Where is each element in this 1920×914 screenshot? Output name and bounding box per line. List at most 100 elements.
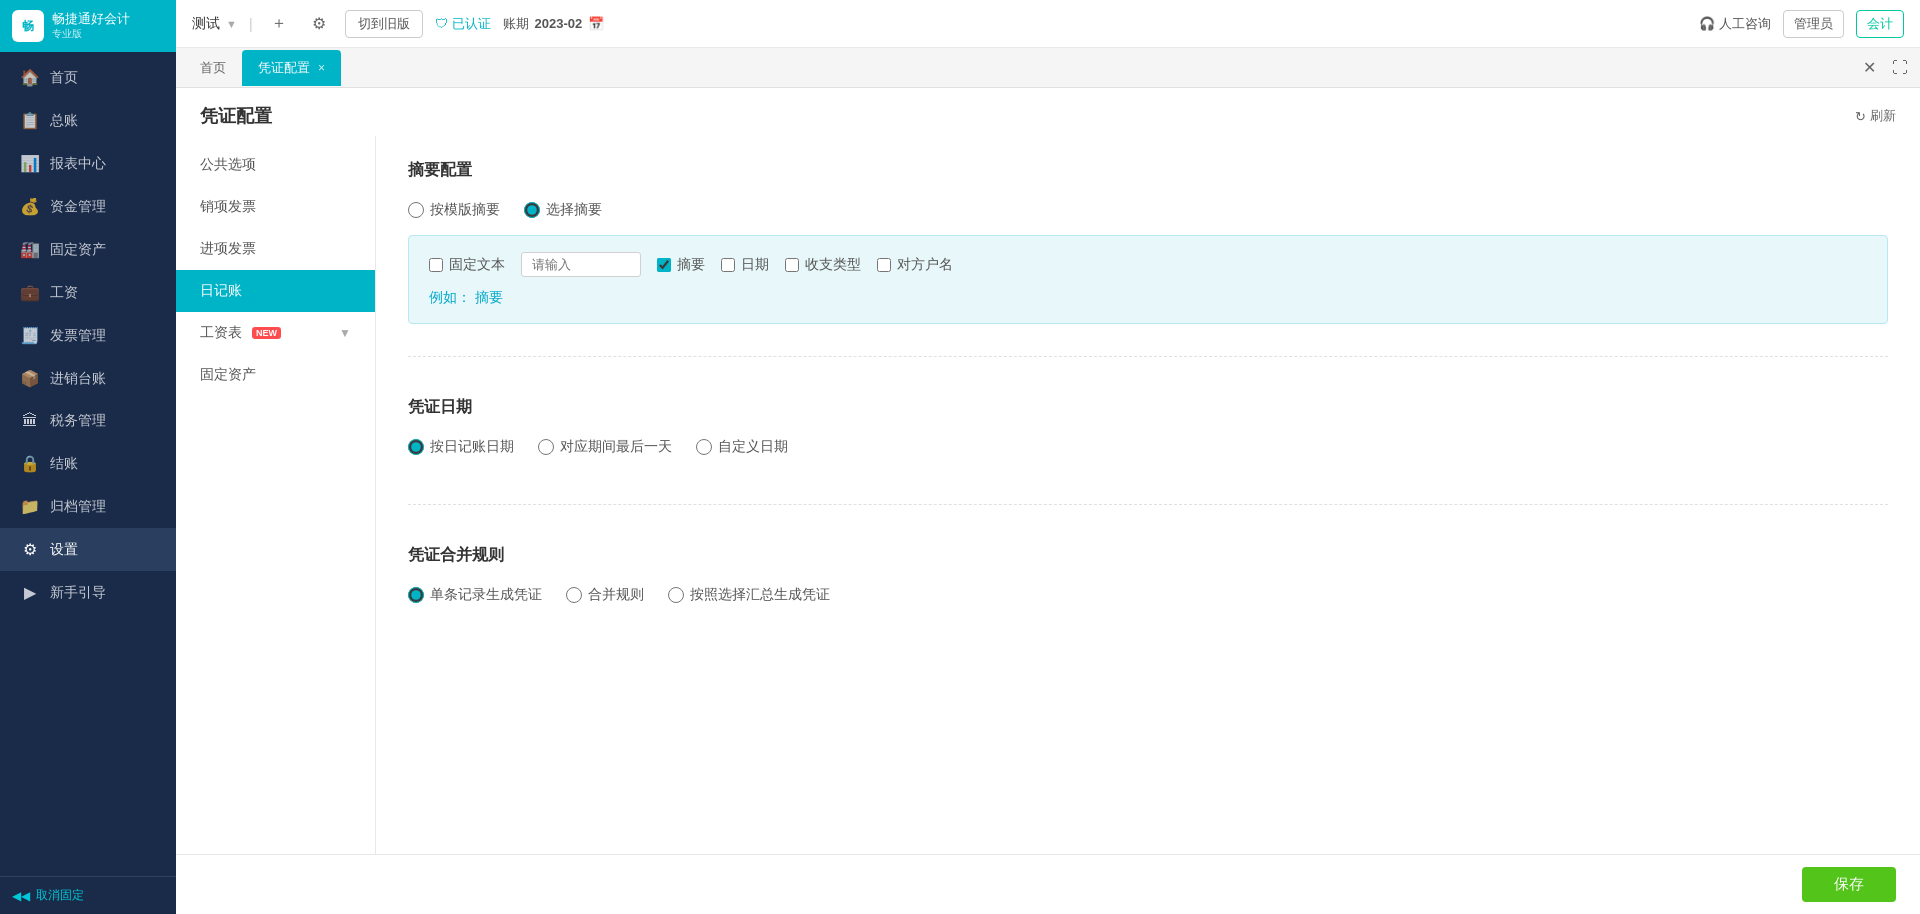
sidebar-item-close[interactable]: 🔒 结账 <box>0 442 176 485</box>
tab-close-btn[interactable]: × <box>318 61 325 75</box>
sidebar-item-invoice[interactable]: 🧾 发票管理 <box>0 314 176 357</box>
sidebar-item-reports[interactable]: 📊 报表中心 <box>0 142 176 185</box>
support-btn[interactable]: 🎧 人工咨询 <box>1699 15 1771 33</box>
settings-gear-btn[interactable]: ⚙ <box>305 10 333 38</box>
period-info: 账期 2023-02 📅 <box>503 15 605 33</box>
left-nav-fixed-assets-label: 固定资产 <box>200 366 256 384</box>
radio-last-day-label[interactable]: 对应期间最后一天 <box>538 438 672 456</box>
sidebar-item-salary[interactable]: 💼 工资 <box>0 271 176 314</box>
checkbox-date[interactable] <box>721 258 735 272</box>
right-content: 摘要配置 按模版摘要 选择摘要 <box>376 136 1920 854</box>
ledger-icon: 📋 <box>20 111 40 130</box>
left-nav-sales[interactable]: 销项发票 <box>176 186 375 228</box>
salary-icon: 💼 <box>20 283 40 302</box>
radio-single-label[interactable]: 单条记录生成凭证 <box>408 586 542 604</box>
left-nav-salary-table[interactable]: 工资表 NEW ▼ <box>176 312 375 354</box>
checkbox-fixed-text-label[interactable]: 固定文本 <box>429 256 505 274</box>
fullscreen-btn[interactable]: ⛶ <box>1888 55 1912 81</box>
page-title: 凭证配置 <box>200 104 272 128</box>
home-icon: 🏠 <box>20 68 40 87</box>
tax-icon: 🏛 <box>20 412 40 430</box>
close-tab-btn[interactable]: ✕ <box>1859 54 1880 81</box>
checkbox-income-type-label[interactable]: 收支类型 <box>785 256 861 274</box>
radio-merge-rule[interactable] <box>566 587 582 603</box>
sidebar-item-trade[interactable]: 📦 进销台账 <box>0 357 176 400</box>
company-selector[interactable]: 测试 ▼ <box>192 15 237 33</box>
left-nav-journal[interactable]: 日记账 <box>176 270 375 312</box>
checkbox-counterparty[interactable] <box>877 258 891 272</box>
radio-template[interactable] <box>408 202 424 218</box>
summary-config-box: 固定文本 摘要 日期 <box>408 235 1888 324</box>
sidebar-item-label: 报表中心 <box>50 155 106 173</box>
fixed-text-label: 固定文本 <box>449 256 505 274</box>
radio-by-selection-label[interactable]: 按照选择汇总生成凭证 <box>668 586 830 604</box>
archive-icon: 📁 <box>20 497 40 516</box>
radio-custom-date-label[interactable]: 自定义日期 <box>696 438 788 456</box>
income-type-label: 收支类型 <box>805 256 861 274</box>
tab-home[interactable]: 首页 <box>184 50 242 86</box>
app-name: 畅捷通好会计 <box>52 11 130 27</box>
fixed-text-input[interactable] <box>521 252 641 277</box>
radio-single[interactable] <box>408 587 424 603</box>
content-area: 凭证配置 ↻ 刷新 公共选项 销项发票 进项发票 <box>176 88 1920 914</box>
sidebar-item-ledger[interactable]: 📋 总账 <box>0 99 176 142</box>
user-btn[interactable]: 管理员 <box>1783 10 1844 38</box>
accountant-btn[interactable]: 会计 <box>1856 10 1904 38</box>
radio-by-selection-text: 按照选择汇总生成凭证 <box>690 586 830 604</box>
invoice-icon: 🧾 <box>20 326 40 345</box>
sidebar-item-label: 结账 <box>50 455 78 473</box>
sidebar-item-settings[interactable]: ⚙ 设置 <box>0 528 176 571</box>
radio-template-label[interactable]: 按模版摘要 <box>408 201 500 219</box>
tab-active-label: 凭证配置 <box>258 59 310 77</box>
sidebar-logo[interactable]: 畅 畅捷通好会计 专业版 <box>0 0 176 52</box>
save-button[interactable]: 保存 <box>1802 867 1896 902</box>
radio-select-label[interactable]: 选择摘要 <box>524 201 602 219</box>
left-nav-public[interactable]: 公共选项 <box>176 144 375 186</box>
radio-journal-date[interactable] <box>408 439 424 455</box>
left-nav-purchase[interactable]: 进项发票 <box>176 228 375 270</box>
sidebar-item-label: 归档管理 <box>50 498 106 516</box>
calendar-icon[interactable]: 📅 <box>588 16 604 31</box>
app-name-block: 畅捷通好会计 专业版 <box>52 11 130 41</box>
refresh-icon: ↻ <box>1855 109 1866 124</box>
main-area: 测试 ▼ | ＋ ⚙ 切到旧版 🛡 已认证 账期 2023-02 📅 🎧 人工咨… <box>176 0 1920 914</box>
radio-last-day[interactable] <box>538 439 554 455</box>
sidebar-item-tax[interactable]: 🏛 税务管理 <box>0 400 176 442</box>
radio-select[interactable] <box>524 202 540 218</box>
expand-arrow-icon: ▼ <box>339 326 351 340</box>
sidebar-item-home[interactable]: 🏠 首页 <box>0 56 176 99</box>
date-title: 凭证日期 <box>408 397 1888 418</box>
sidebar-footer-pin[interactable]: ◀◀ 取消固定 <box>0 876 176 914</box>
add-company-btn[interactable]: ＋ <box>265 10 293 38</box>
checkbox-date-label[interactable]: 日期 <box>721 256 769 274</box>
radio-journal-date-label[interactable]: 按日记账日期 <box>408 438 514 456</box>
checkbox-income-type[interactable] <box>785 258 799 272</box>
sidebar-item-label: 新手引导 <box>50 584 106 602</box>
checkbox-counterparty-label[interactable]: 对方户名 <box>877 256 953 274</box>
radio-merge-rule-label[interactable]: 合并规则 <box>566 586 644 604</box>
switch-version-btn[interactable]: 切到旧版 <box>345 10 423 38</box>
checkbox-summary-label[interactable]: 摘要 <box>657 256 705 274</box>
new-badge: NEW <box>252 327 281 339</box>
tab-voucher-config[interactable]: 凭证配置 × <box>242 50 341 86</box>
left-nav-salary-label: 工资表 <box>200 324 242 342</box>
checkbox-summary[interactable] <box>657 258 671 272</box>
trade-icon: 📦 <box>20 369 40 388</box>
merge-section: 凭证合并规则 单条记录生成凭证 合并规则 <box>408 545 1888 652</box>
refresh-btn[interactable]: ↻ 刷新 <box>1855 107 1896 125</box>
left-nav-fixed-assets[interactable]: 固定资产 <box>176 354 375 396</box>
radio-custom-date-text: 自定义日期 <box>718 438 788 456</box>
tab-bar: 首页 凭证配置 × ✕ ⛶ <box>176 48 1920 88</box>
radio-custom-date[interactable] <box>696 439 712 455</box>
two-col-layout: 公共选项 销项发票 进项发票 日记账 工资表 NEW ▼ <box>176 136 1920 854</box>
sidebar-item-fixed-assets[interactable]: 🏭 固定资产 <box>0 228 176 271</box>
sidebar-item-capital[interactable]: 💰 资金管理 <box>0 185 176 228</box>
summary-options: 固定文本 摘要 日期 <box>429 252 1867 277</box>
page-container: 凭证配置 ↻ 刷新 公共选项 销项发票 进项发票 <box>176 88 1920 914</box>
sidebar-item-archive[interactable]: 📁 归档管理 <box>0 485 176 528</box>
radio-by-selection[interactable] <box>668 587 684 603</box>
sidebar-item-guide[interactable]: ▶ 新手引导 <box>0 571 176 614</box>
pin-icon: ◀◀ <box>12 889 30 903</box>
date-radio-group: 按日记账日期 对应期间最后一天 自定义日期 <box>408 438 1888 456</box>
checkbox-fixed-text[interactable] <box>429 258 443 272</box>
